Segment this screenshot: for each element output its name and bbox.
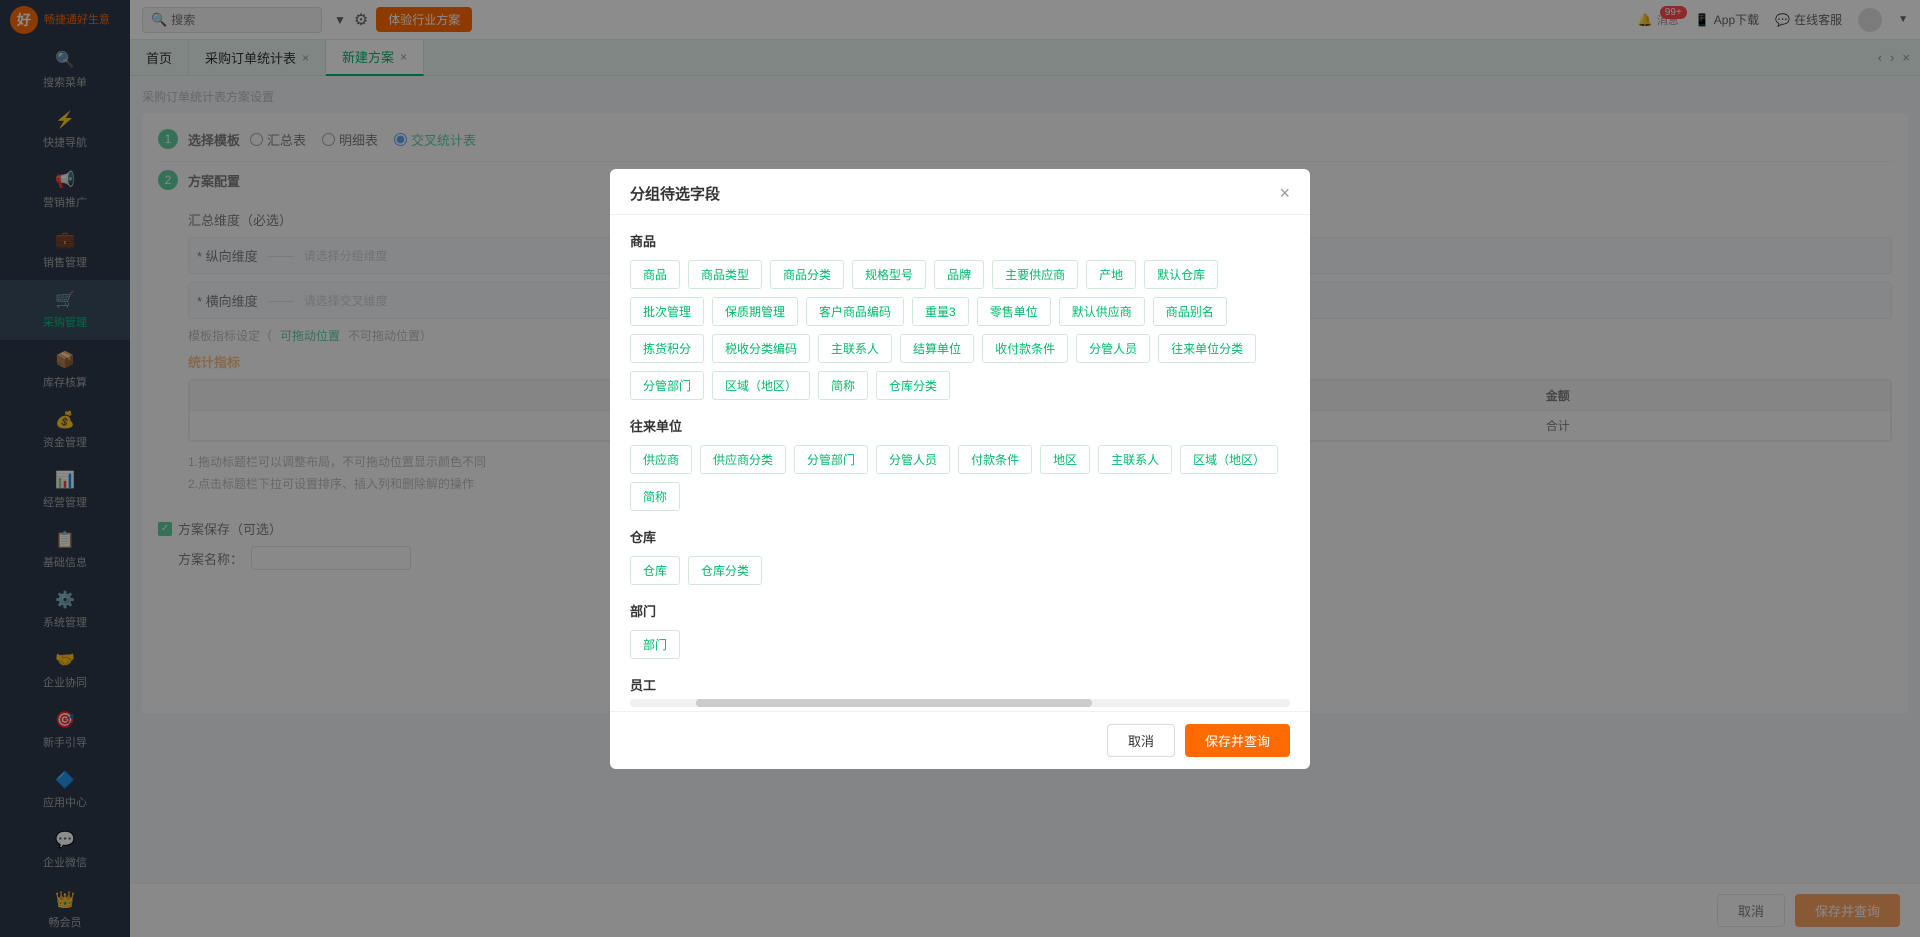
- field-tag-0-25[interactable]: 仓库分类: [876, 371, 950, 400]
- modal-section-1: 往来单位供应商供应商分类分管部门分管人员付款条件地区主联系人区域（地区） 简称: [630, 416, 1290, 511]
- field-tag-0-21[interactable]: 往来单位分类: [1158, 334, 1256, 363]
- field-tag-2-1[interactable]: 仓库分类: [688, 556, 762, 585]
- field-tag-0-22[interactable]: 分管部门: [630, 371, 704, 400]
- field-tag-0-4[interactable]: 品牌: [934, 260, 984, 289]
- scrollbar-thumb: [696, 699, 1092, 707]
- field-tag-0-15[interactable]: 拣货积分: [630, 334, 704, 363]
- field-tag-0-13[interactable]: 默认供应商: [1059, 297, 1145, 326]
- modal-scrollbar[interactable]: [630, 699, 1290, 707]
- modal-body: 商品商品商品类型商品分类规格型号品牌主要供应商产地默认仓库批次管理保质期管理客户…: [610, 215, 1310, 693]
- field-tag-1-2[interactable]: 分管部门: [794, 445, 868, 474]
- field-tag-0-3[interactable]: 规格型号: [852, 260, 926, 289]
- field-tag-0-9[interactable]: 保质期管理: [712, 297, 798, 326]
- field-tag-1-7[interactable]: 区域（地区）: [1180, 445, 1278, 474]
- modal-close-button[interactable]: ×: [1279, 183, 1290, 204]
- field-tag-3-0[interactable]: 部门: [630, 630, 680, 659]
- field-tag-0-11[interactable]: 重量3: [912, 297, 969, 326]
- field-tag-2-0[interactable]: 仓库: [630, 556, 680, 585]
- modal-section-2: 仓库仓库仓库分类: [630, 527, 1290, 585]
- field-tags-2: 仓库仓库分类: [630, 556, 1290, 585]
- field-tag-0-23[interactable]: 区域（地区）: [712, 371, 810, 400]
- modal-section-4: 员工业务员: [630, 675, 1290, 693]
- section-title-1: 往来单位: [630, 416, 1290, 435]
- field-tag-1-5[interactable]: 地区: [1040, 445, 1090, 474]
- field-tag-1-1[interactable]: 供应商分类: [700, 445, 786, 474]
- modal-overlay: 分组待选字段 × 商品商品商品类型商品分类规格型号品牌主要供应商产地默认仓库批次…: [0, 0, 1920, 937]
- field-tag-0-10[interactable]: 客户商品编码: [806, 297, 904, 326]
- modal-title: 分组待选字段: [630, 183, 720, 204]
- field-tag-1-8[interactable]: 简称: [630, 482, 680, 511]
- modal-dialog: 分组待选字段 × 商品商品商品类型商品分类规格型号品牌主要供应商产地默认仓库批次…: [610, 169, 1310, 769]
- field-tag-0-6[interactable]: 产地: [1086, 260, 1136, 289]
- field-tag-1-3[interactable]: 分管人员: [876, 445, 950, 474]
- field-tag-1-6[interactable]: 主联系人: [1098, 445, 1172, 474]
- field-tag-0-19[interactable]: 收付款条件: [982, 334, 1068, 363]
- field-tag-0-18[interactable]: 结算单位: [900, 334, 974, 363]
- field-tag-0-8[interactable]: 批次管理: [630, 297, 704, 326]
- section-title-4: 员工: [630, 675, 1290, 693]
- modal-cancel-button[interactable]: 取消: [1107, 724, 1175, 757]
- section-title-3: 部门: [630, 601, 1290, 620]
- modal-confirm-button[interactable]: 保存并查询: [1185, 724, 1290, 757]
- field-tag-0-24[interactable]: 简称: [818, 371, 868, 400]
- field-tag-0-16[interactable]: 税收分类编码: [712, 334, 810, 363]
- field-tag-0-17[interactable]: 主联系人: [818, 334, 892, 363]
- modal-section-0: 商品商品商品类型商品分类规格型号品牌主要供应商产地默认仓库批次管理保质期管理客户…: [630, 231, 1290, 400]
- field-tags-3: 部门: [630, 630, 1290, 659]
- section-title-2: 仓库: [630, 527, 1290, 546]
- field-tag-0-5[interactable]: 主要供应商: [992, 260, 1078, 289]
- field-tags-0: 商品商品类型商品分类规格型号品牌主要供应商产地默认仓库批次管理保质期管理客户商品…: [630, 260, 1290, 400]
- modal-section-3: 部门部门: [630, 601, 1290, 659]
- field-tag-0-14[interactable]: 商品别名: [1153, 297, 1227, 326]
- field-tag-0-7[interactable]: 默认仓库: [1144, 260, 1218, 289]
- field-tag-1-0[interactable]: 供应商: [630, 445, 692, 474]
- modal-footer: 取消 保存并查询: [610, 711, 1310, 769]
- modal-scrollbar-area: [610, 693, 1310, 711]
- field-tag-0-0[interactable]: 商品: [630, 260, 680, 289]
- modal-header: 分组待选字段 ×: [610, 169, 1310, 215]
- field-tag-0-2[interactable]: 商品分类: [770, 260, 844, 289]
- section-title-0: 商品: [630, 231, 1290, 250]
- field-tag-0-1[interactable]: 商品类型: [688, 260, 762, 289]
- field-tag-0-12[interactable]: 零售单位: [977, 297, 1051, 326]
- field-tags-1: 供应商供应商分类分管部门分管人员付款条件地区主联系人区域（地区） 简称: [630, 445, 1290, 511]
- field-tag-1-4[interactable]: 付款条件: [958, 445, 1032, 474]
- field-tag-0-20[interactable]: 分管人员: [1076, 334, 1150, 363]
